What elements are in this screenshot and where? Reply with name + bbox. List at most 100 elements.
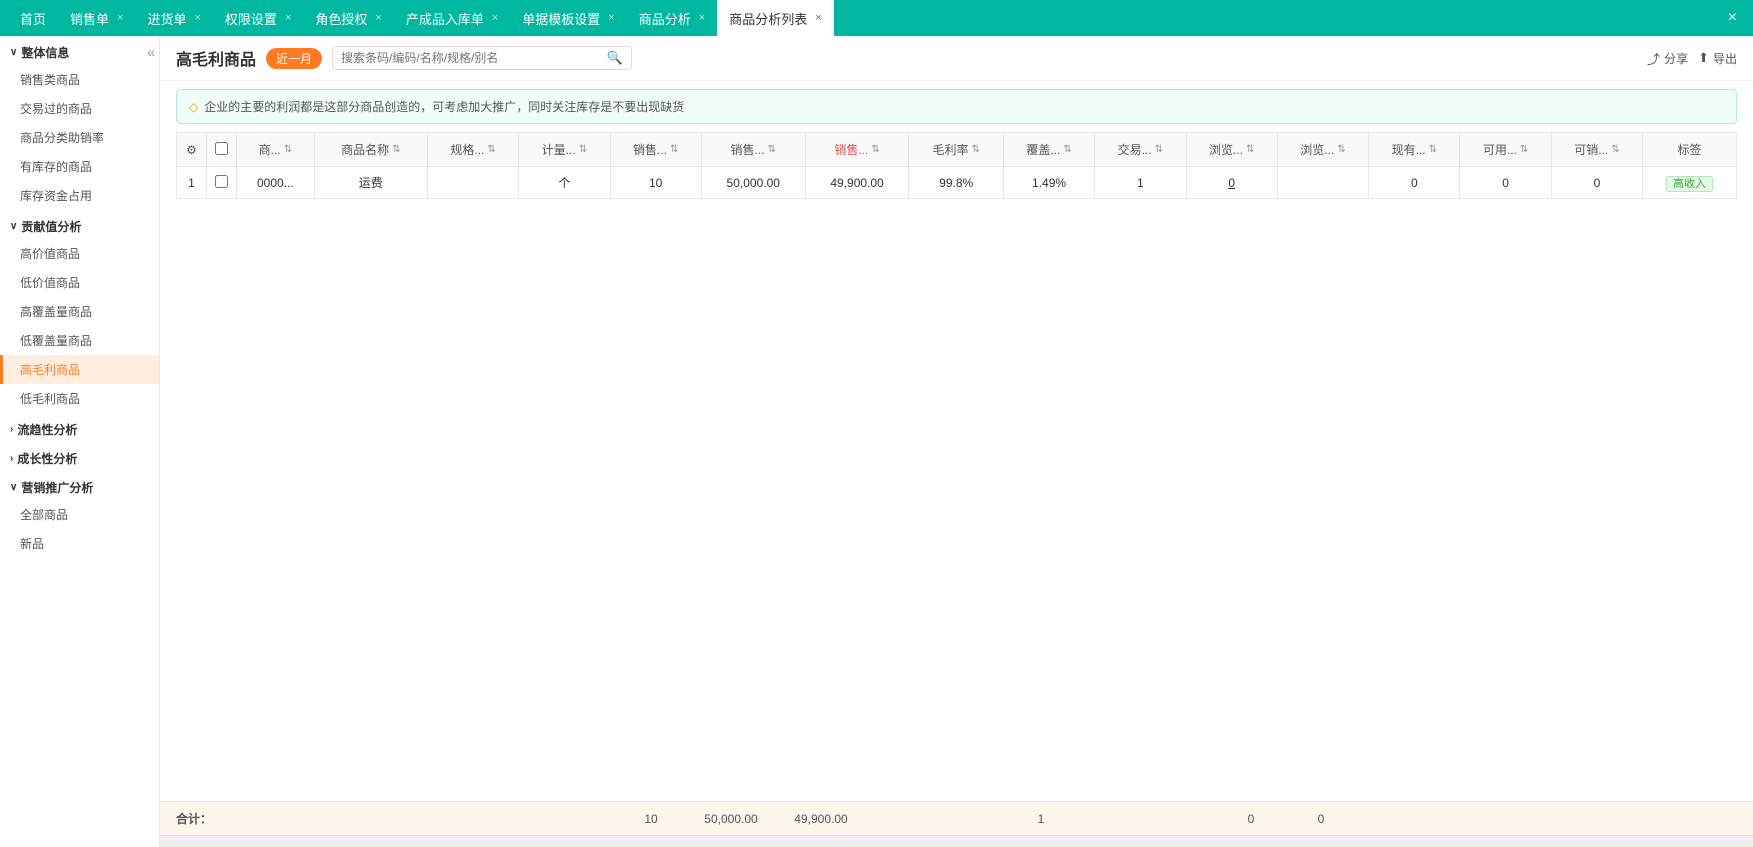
sidebar-group-contribution[interactable]: ∨ 贡献值分析 [0,210,159,239]
th-gross-margin[interactable]: 毛利率 ⇅ [909,133,1003,167]
th-checkbox[interactable] [207,133,237,167]
close-product-analysis[interactable]: × [699,12,705,24]
sort-sales-amount-icon: ⇅ [768,144,776,155]
growth-group-arrow: › [10,453,13,464]
row-checkbox-cell[interactable] [207,167,237,199]
nav-product-inbound[interactable]: 产成品入库单 × [394,0,510,36]
close-template-settings[interactable]: × [608,12,614,24]
th-unit[interactable]: 计量... ⇅ [519,133,610,167]
search-icon[interactable]: 🔍 [607,50,623,66]
settings-icon[interactable]: ⚙ [186,143,197,157]
row-sales-qty: 10 [610,167,701,199]
nav-sales-order[interactable]: 销售单 × [58,0,135,36]
close-role-auth[interactable]: × [375,12,381,24]
row-views2 [1277,167,1368,199]
sidebar-item-all-goods[interactable]: 全部商品 [0,500,159,529]
main-layout: « ∨ 整体信息 销售类商品 交易过的商品 商品分类助销率 有库存的商品 库存资… [0,36,1753,847]
th-sales-qty[interactable]: 销售... ⇅ [610,133,701,167]
sort-coverage-icon: ⇅ [1063,144,1071,155]
footer-current-stock: 0 [1216,812,1286,826]
nav-product-analysis[interactable]: 商品分析 × [627,0,717,36]
sidebar-item-low-value[interactable]: 低价值商品 [0,268,159,297]
nav-product-analysis-list[interactable]: 商品分析列表 × [717,0,833,36]
sort-sales-profit-icon: ⇅ [871,144,879,155]
th-views1[interactable]: 浏览... ⇅ [1186,133,1277,167]
th-sales-amount[interactable]: 销售... ⇅ [701,133,805,167]
nav-role-auth[interactable]: 角色授权 × [303,0,393,36]
nav-home[interactable]: 首页 [8,0,58,36]
footer-totals: 合计： 10 50,000.00 49,900.00 1 0 0 [160,801,1753,835]
tag-badge: 高收入 [1666,176,1713,192]
sort-saleable-stock-icon: ⇅ [1611,144,1619,155]
sidebar-item-low-coverage[interactable]: 低覆盖量商品 [0,326,159,355]
export-button[interactable]: ⬆ 导出 [1698,50,1737,67]
th-sales-profit[interactable]: 销售... ⇅ [805,133,909,167]
sidebar-item-sales-goods[interactable]: 销售类商品 [0,65,159,94]
row-tag: 高收入 [1643,167,1737,199]
content-header: 高毛利商品 近一月 🔍 ⤴ 分享 ⬆ 导出 [160,36,1753,81]
sort-current-stock-icon: ⇅ [1429,144,1437,155]
sort-sales-qty-icon: ⇅ [670,144,678,155]
horizontal-scrollbar[interactable] [160,835,1753,847]
close-sales-order[interactable]: × [117,12,123,24]
search-input[interactable] [341,51,603,65]
sidebar-group-growth[interactable]: › 成长性分析 [0,442,159,471]
views1-link[interactable]: 0 [1228,176,1235,190]
info-banner: ◇ 企业的主要的利润都是这部分商品创造的，可考虑加大推广，同时关注库存是不要出现… [176,89,1737,124]
nav-template-settings[interactable]: 单据模板设置 × [510,0,626,36]
close-product-inbound[interactable]: × [492,12,498,24]
close-product-analysis-list[interactable]: × [815,12,821,24]
row-sales-profit: 49,900.00 [805,167,909,199]
sidebar-group-marketing[interactable]: ∨ 营销推广分析 [0,471,159,500]
select-all-checkbox[interactable] [215,142,228,155]
sidebar-collapse-button[interactable]: « [147,44,155,60]
share-button[interactable]: ⤴ 分享 [1647,49,1688,68]
footer-available-stock: 0 [1286,812,1356,826]
th-tag[interactable]: 标签 [1643,133,1737,167]
sidebar-item-new-goods[interactable]: 新品 [0,529,159,558]
th-spec[interactable]: 规格... ⇅ [427,133,518,167]
th-code[interactable]: 商... ⇅ [237,133,315,167]
sidebar-item-high-margin[interactable]: 高毛利商品 [0,355,159,384]
marketing-group-arrow: ∨ [10,482,17,493]
sidebar-item-traded-goods[interactable]: 交易过的商品 [0,94,159,123]
sort-gross-margin-icon: ⇅ [971,144,979,155]
sidebar-item-inventory-capital[interactable]: 库存资金占用 [0,181,159,210]
close-purchase-order[interactable]: × [194,12,200,24]
nav-purchase-order[interactable]: 进货单 × [135,0,212,36]
th-views2[interactable]: 浏览... ⇅ [1277,133,1368,167]
row-gross-margin: 99.8% [909,167,1003,199]
th-transactions[interactable]: 交易... ⇅ [1095,133,1186,167]
sidebar-item-in-stock-goods[interactable]: 有库存的商品 [0,152,159,181]
sidebar-item-high-coverage[interactable]: 高覆盖量商品 [0,297,159,326]
th-name[interactable]: 商品名称 ⇅ [314,133,427,167]
row-code[interactable]: 0000... [237,167,315,199]
footer-label: 合计： [176,810,236,827]
top-navigation: 首页 销售单 × 进货单 × 权限设置 × 角色授权 × 产成品入库单 × 单据… [0,0,1753,36]
row-index: 1 [177,167,207,199]
sort-code-icon: ⇅ [284,144,292,155]
table-wrapper: ⚙ 商... ⇅ 商品名称 [160,132,1753,801]
row-name[interactable]: 运费 [314,167,427,199]
search-box[interactable]: 🔍 [332,46,632,70]
sidebar-item-category-sales-rate[interactable]: 商品分类助销率 [0,123,159,152]
filter-recent-month-button[interactable]: 近一月 [266,48,322,69]
sidebar-item-low-margin[interactable]: 低毛利商品 [0,384,159,413]
th-saleable-stock[interactable]: 可销... ⇅ [1551,133,1642,167]
close-all-button[interactable]: × [1720,9,1745,27]
sidebar-group-overall[interactable]: ∨ 整体信息 [0,36,159,65]
footer-transactions: 1 [1006,812,1076,826]
th-current-stock[interactable]: 现有... ⇅ [1369,133,1460,167]
close-permission-settings[interactable]: × [285,12,291,24]
row-views1[interactable]: 0 [1186,167,1277,199]
th-available-stock[interactable]: 可用... ⇅ [1460,133,1551,167]
sidebar-item-high-value[interactable]: 高价值商品 [0,239,159,268]
row-checkbox[interactable] [215,175,228,188]
overall-group-arrow: ∨ [10,47,17,58]
nav-permission-settings[interactable]: 权限设置 × [213,0,303,36]
row-unit: 个 [519,167,610,199]
th-coverage[interactable]: 覆盖... ⇅ [1003,133,1094,167]
sort-transactions-icon: ⇅ [1155,144,1163,155]
th-settings[interactable]: ⚙ [177,133,207,167]
sidebar-group-trend[interactable]: › 流趋性分析 [0,413,159,442]
